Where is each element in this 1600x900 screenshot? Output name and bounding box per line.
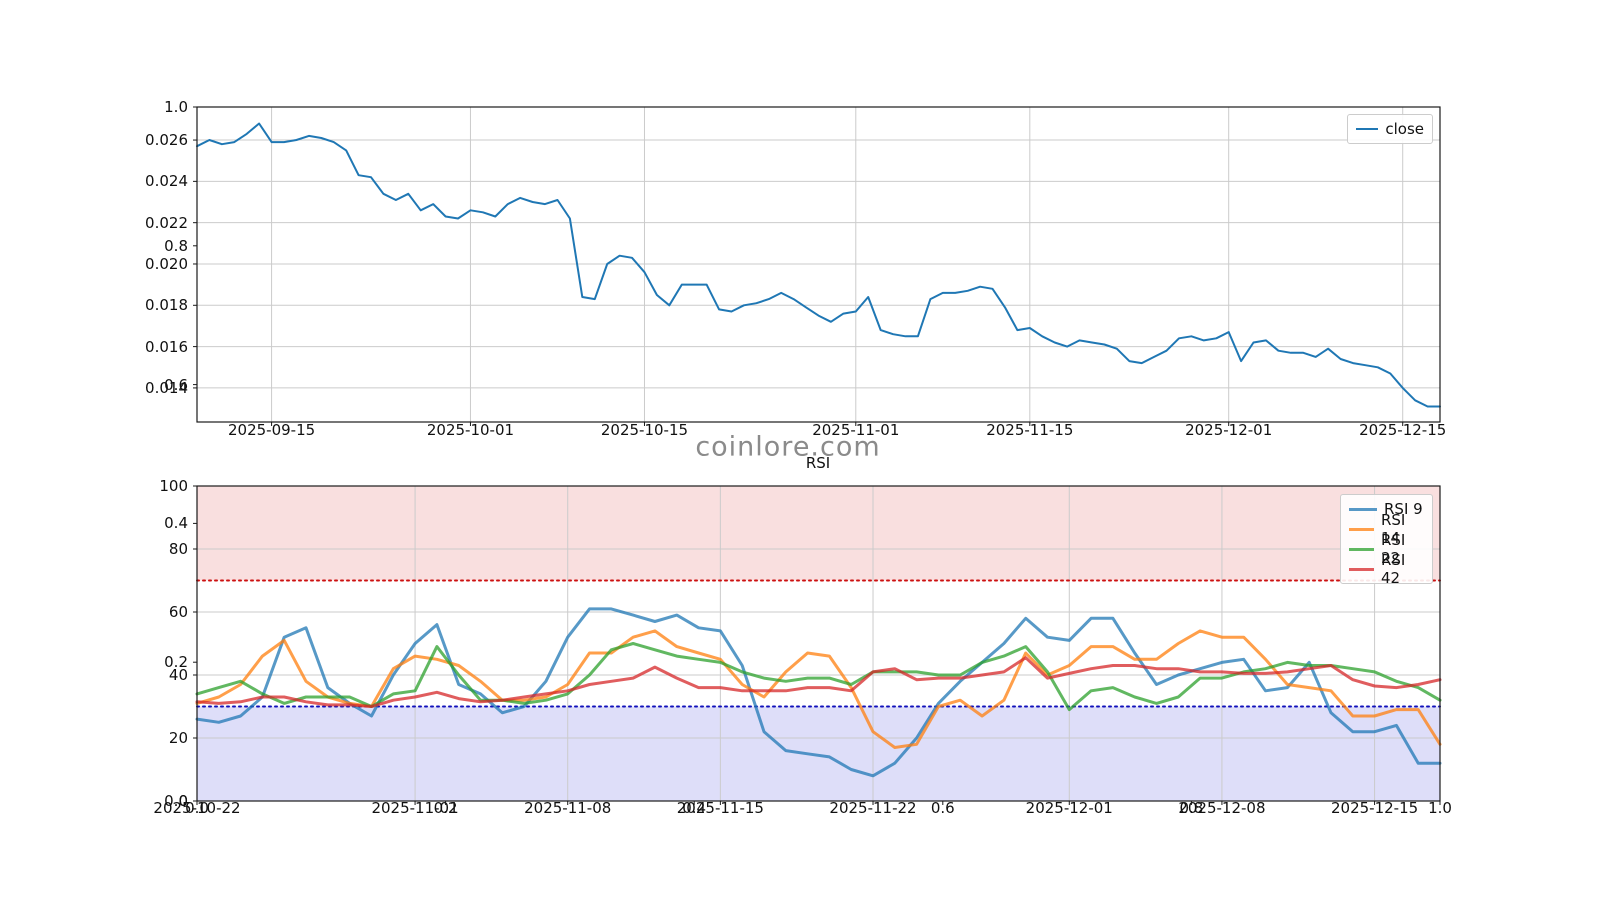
y-tick-label: 100 [159, 477, 188, 495]
legend-label-rsi42: RSI 42 [1380, 551, 1406, 587]
overlay-x-tick-label: 0.6 [930, 799, 955, 817]
y-tick-label: 20 [168, 729, 188, 747]
price-plot-frame [196, 106, 1441, 423]
x-tick-label: 2025-10-01 [426, 421, 515, 439]
overlay-x-tick-label: 0.2 [433, 799, 458, 817]
overlay-x-tick-label: 0.8 [1179, 799, 1204, 817]
close-line-swatch [1356, 128, 1379, 130]
overlay-y-tick-label: 0.2 [164, 653, 188, 672]
legend-label-close: close [1385, 120, 1424, 138]
rsi-legend: RSI 9 RSI 14 RSI 22 RSI 42 [1340, 494, 1433, 587]
rsi42-line-swatch [1349, 567, 1374, 571]
y-tick-label: 60 [168, 603, 188, 621]
overlay-y-tick-label: 0.6 [164, 375, 188, 394]
overlay-y-tick-label: 0.8 [164, 236, 188, 255]
overlay-x-tick-label: 0.0 [185, 799, 209, 817]
y-tick-label: 80 [168, 540, 188, 558]
price-legend: close [1347, 114, 1433, 144]
y-tick-label: 0.024 [145, 172, 188, 191]
watermark: coinlore.com [695, 431, 881, 463]
y-tick-label: 0.022 [145, 213, 188, 232]
legend-row-rsi42: RSI 42 [1349, 551, 1424, 587]
x-tick-label: 2025-12-01 [1025, 799, 1113, 817]
rsi14-line-swatch [1349, 527, 1374, 531]
x-tick-label: 2025-12-15 [1359, 421, 1447, 439]
overlay-x-tick-label: 1.0 [1428, 799, 1452, 817]
legend-row-close: close [1356, 119, 1424, 139]
overbought-zone [197, 486, 1440, 581]
overlay-x-tick-label: 0.4 [682, 799, 707, 817]
rsi22-line-swatch [1349, 547, 1374, 551]
y-tick-label: 0.016 [145, 337, 188, 356]
overlay-y-tick-label: 0.4 [164, 514, 188, 533]
x-tick-label: 2025-11-08 [524, 799, 612, 817]
y-tick-label: 0.026 [145, 131, 188, 150]
overlay-y-tick-label: 1.0 [164, 98, 188, 116]
rsi9-line-swatch [1349, 507, 1377, 511]
x-tick-label: 2025-09-15 [227, 421, 316, 439]
oversold-zone [197, 706, 1440, 801]
close-line [196, 122, 1441, 408]
x-tick-label: 2025-10-15 [600, 421, 689, 439]
x-tick-label: 2025-11-15 [986, 421, 1074, 439]
y-tick-label: 0.018 [145, 296, 188, 315]
chart-figure: 0.026 0.024 0.022 0.020 0.018 0.016 0.014 2025-… [0, 0, 1600, 900]
x-tick-label: 2025-12-01 [1185, 421, 1273, 439]
y-tick-label: 0.020 [145, 254, 188, 273]
rsi-panel-title: RSI [805, 454, 831, 472]
